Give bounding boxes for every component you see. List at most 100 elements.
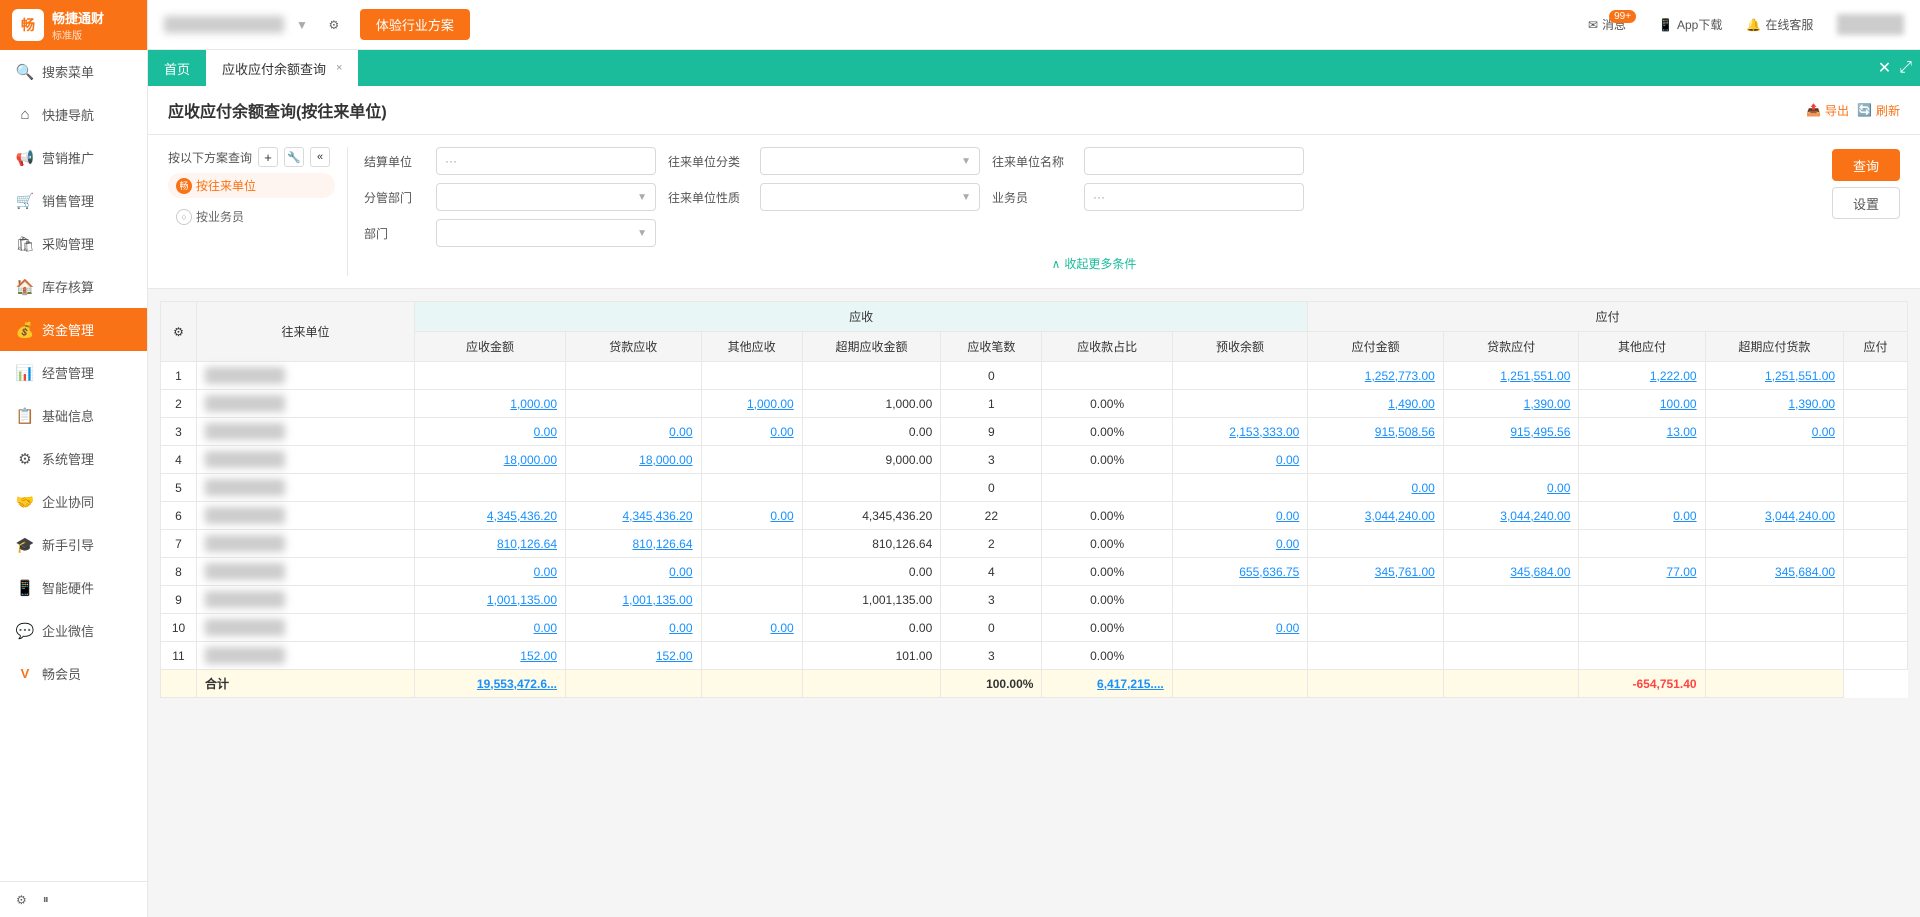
sidebar-item-quick-nav[interactable]: ⌂ 快捷导航 [0,93,147,136]
prepay-bal[interactable]: 0.00 [1172,614,1308,642]
sidebar-item-capital[interactable]: 💰 资金管理 [0,308,147,351]
other-recv[interactable]: 0.00 [701,418,802,446]
sidebar-item-vip-member[interactable]: V 畅会员 [0,652,147,695]
loan-recv[interactable]: 152.00 [566,642,702,670]
loan-recv[interactable]: 1,001,135.00 [566,586,702,614]
filter-input-fgbm[interactable]: ▼ [436,183,656,211]
recv-amt[interactable] [414,362,565,390]
loan-recv[interactable]: 0.00 [566,558,702,586]
overdue-pay[interactable]: 0.00 [1705,418,1844,446]
pay-amt[interactable] [1308,530,1444,558]
recv-amt[interactable]: 1,001,135.00 [414,586,565,614]
other-pay[interactable]: 1,222.00 [1579,362,1705,390]
topbar-gear-icon[interactable]: ⚙ [320,11,348,39]
online-service-button[interactable]: 🔔 在线客服 [1746,16,1813,33]
recv-amt[interactable]: 0.00 [414,558,565,586]
loan-pay[interactable] [1443,586,1579,614]
pay-amt[interactable]: 1,252,773.00 [1308,362,1444,390]
sidebar-item-smart-hardware[interactable]: 📱 智能硬件 [0,566,147,609]
sidebar-item-basic-info[interactable]: 📋 基础信息 [0,394,147,437]
pay-amt[interactable]: 915,508.56 [1308,418,1444,446]
filter-input-ywy[interactable]: ··· [1084,183,1304,211]
prepay-bal[interactable] [1172,390,1308,418]
loan-pay[interactable]: 1,251,551.00 [1443,362,1579,390]
loan-recv[interactable]: 0.00 [566,418,702,446]
prepay-bal[interactable] [1172,474,1308,502]
sidebar-settings-icon[interactable]: ⚙ [16,893,27,907]
other-pay[interactable]: 13.00 [1579,418,1705,446]
window-maximize-button[interactable]: ⤢ [1899,59,1912,77]
sidebar-item-search-menu[interactable]: 🔍 搜索菜单 [0,50,147,93]
overdue-pay[interactable]: 345,684.00 [1705,558,1844,586]
collapse-scheme-icon[interactable]: « [310,147,330,167]
overdue-pay[interactable] [1705,474,1844,502]
recv-amt[interactable]: 18,000.00 [414,446,565,474]
solution-button[interactable]: 体验行业方案 [360,9,470,40]
overdue-pay[interactable]: 1,390.00 [1705,390,1844,418]
filter-input-lwdwmc[interactable] [1084,147,1304,175]
loan-pay[interactable]: 1,390.00 [1443,390,1579,418]
loan-pay[interactable]: 0.00 [1443,474,1579,502]
prepay-bal[interactable] [1172,586,1308,614]
sidebar-item-sales[interactable]: 🛒 销售管理 [0,179,147,222]
prepay-bal[interactable]: 2,153,333.00 [1172,418,1308,446]
add-scheme-icon[interactable]: + [258,147,278,167]
overdue-pay[interactable]: 3,044,240.00 [1705,502,1844,530]
loan-pay[interactable] [1443,446,1579,474]
pay-amt[interactable] [1308,446,1444,474]
loan-recv[interactable]: 0.00 [566,614,702,642]
recv-amt[interactable]: 4,345,436.20 [414,502,565,530]
loan-pay[interactable] [1443,614,1579,642]
sidebar-item-inventory[interactable]: 🏠 库存核算 [0,265,147,308]
other-recv[interactable] [701,362,802,390]
other-pay[interactable] [1579,446,1705,474]
recv-amt[interactable]: 1,000.00 [414,390,565,418]
app-download-button[interactable]: 📱 App下载 [1658,16,1722,33]
collapse-more-conditions[interactable]: ∧ 收起更多条件 [1052,255,1137,272]
pay-amt[interactable] [1308,642,1444,670]
other-recv[interactable] [701,586,802,614]
loan-recv[interactable] [566,362,702,390]
other-pay[interactable] [1579,614,1705,642]
other-recv[interactable] [701,642,802,670]
sidebar-item-operations[interactable]: 📊 经营管理 [0,351,147,394]
loan-recv[interactable] [566,474,702,502]
tab-home[interactable]: 首页 [148,50,206,86]
col-header-settings[interactable]: ⚙ [161,302,197,362]
prepay-bal[interactable]: 0.00 [1172,446,1308,474]
sidebar-item-enterprise-wechat[interactable]: 💬 企业微信 [0,609,147,652]
messages-button[interactable]: ✉ 消息 99+ [1588,16,1626,33]
filter-input-bm[interactable]: ▼ [436,219,656,247]
loan-recv[interactable]: 4,345,436.20 [566,502,702,530]
pay-amt[interactable] [1308,586,1444,614]
sidebar-item-enterprise-coop[interactable]: 🤝 企业协同 [0,480,147,523]
overdue-pay[interactable] [1705,642,1844,670]
recv-amt[interactable]: 0.00 [414,418,565,446]
loan-pay[interactable]: 345,684.00 [1443,558,1579,586]
loan-pay[interactable] [1443,642,1579,670]
other-pay[interactable] [1579,530,1705,558]
pay-amt[interactable]: 1,490.00 [1308,390,1444,418]
loan-recv[interactable]: 18,000.00 [566,446,702,474]
other-pay[interactable] [1579,474,1705,502]
pay-amt[interactable]: 0.00 [1308,474,1444,502]
sidebar-collapse-icon[interactable]: ⏸ [43,892,49,907]
other-recv[interactable] [701,558,802,586]
sidebar-item-system[interactable]: ⚙ 系统管理 [0,437,147,480]
other-recv[interactable] [701,446,802,474]
pay-amt[interactable]: 345,761.00 [1308,558,1444,586]
recv-amt[interactable]: 810,126.64 [414,530,565,558]
recv-amt[interactable] [414,474,565,502]
sidebar-item-purchase[interactable]: 🛍 采购管理 [0,222,147,265]
other-recv[interactable] [701,474,802,502]
other-recv[interactable]: 0.00 [701,614,802,642]
query-button[interactable]: 查询 [1832,149,1900,181]
tab-active[interactable]: 应收应付余额查询 × [206,50,358,86]
other-pay[interactable] [1579,642,1705,670]
pay-amt[interactable]: 3,044,240.00 [1308,502,1444,530]
loan-recv[interactable]: 810,126.64 [566,530,702,558]
prepay-bal[interactable] [1172,362,1308,390]
sidebar-item-marketing[interactable]: 📢 营销推广 [0,136,147,179]
filter-input-jsdw[interactable]: ··· [436,147,656,175]
settings-button[interactable]: 设置 [1832,187,1900,219]
